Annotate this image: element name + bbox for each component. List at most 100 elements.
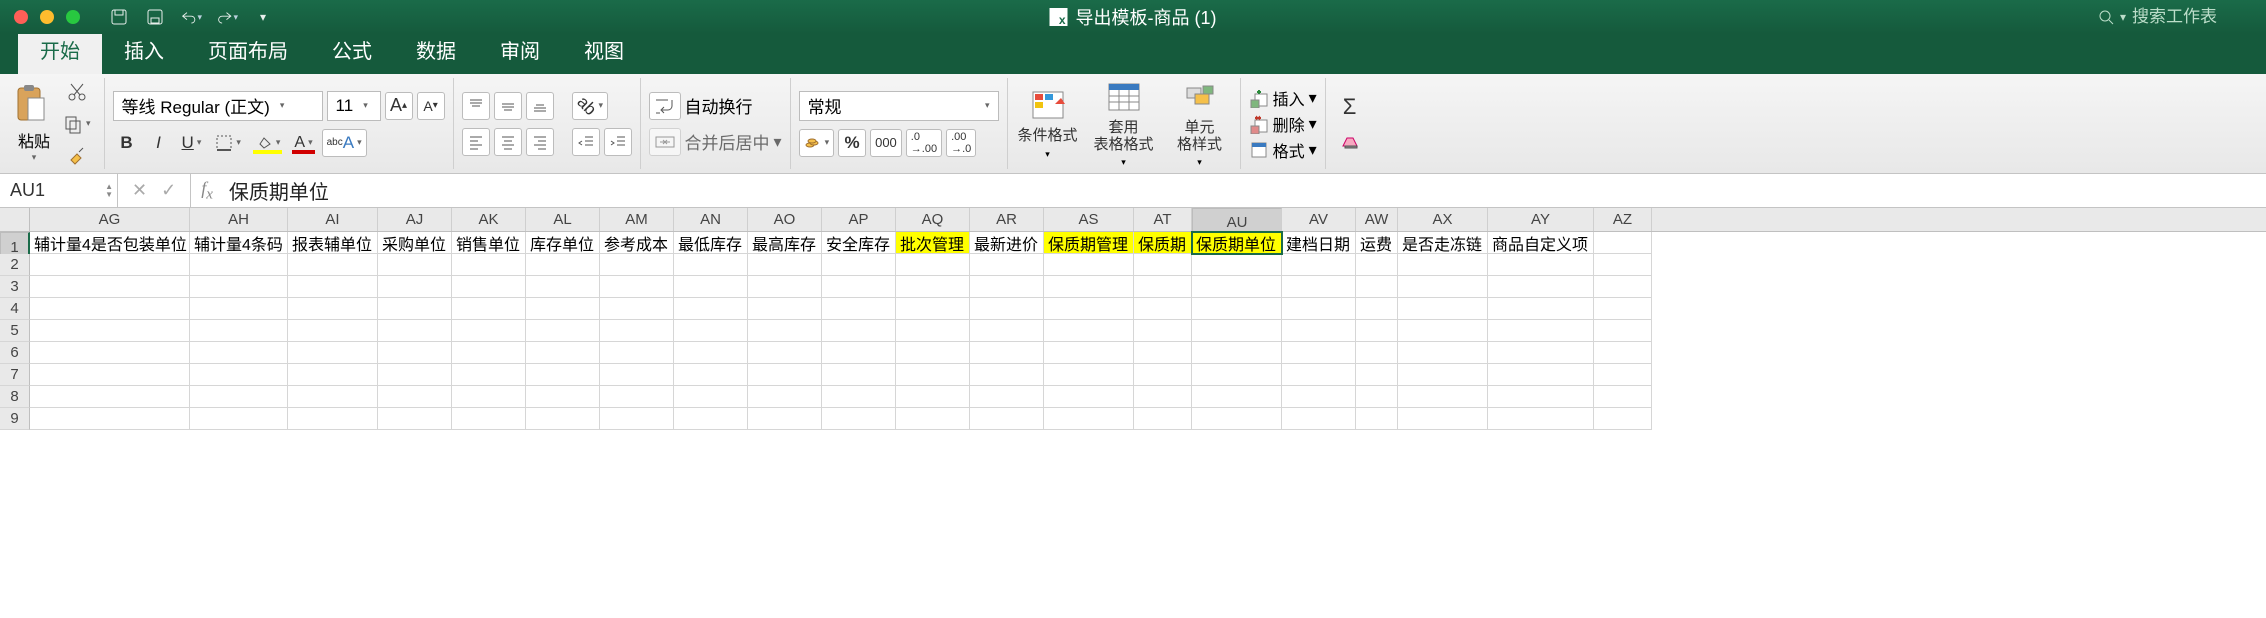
cell[interactable]: [452, 276, 526, 298]
cell[interactable]: [970, 276, 1044, 298]
cell[interactable]: [1594, 364, 1652, 386]
cell[interactable]: [1356, 276, 1398, 298]
cell[interactable]: [970, 386, 1044, 408]
cell[interactable]: [1398, 320, 1488, 342]
cell[interactable]: [526, 320, 600, 342]
align-right-icon[interactable]: [526, 128, 554, 156]
cell[interactable]: [674, 386, 748, 408]
cell[interactable]: [896, 342, 970, 364]
align-bottom-icon[interactable]: [526, 92, 554, 120]
row-header[interactable]: 2: [0, 254, 30, 276]
cell[interactable]: [674, 298, 748, 320]
cell[interactable]: [1044, 386, 1134, 408]
cell[interactable]: [970, 342, 1044, 364]
cell[interactable]: 最新进价: [970, 232, 1044, 254]
undo-icon[interactable]: ▾: [180, 6, 202, 28]
cell[interactable]: [748, 364, 822, 386]
cell[interactable]: [1134, 276, 1192, 298]
cell[interactable]: [970, 364, 1044, 386]
accept-formula-icon[interactable]: ✓: [161, 180, 176, 201]
column-header-AL[interactable]: AL: [526, 208, 600, 231]
cell[interactable]: [378, 320, 452, 342]
column-header-AO[interactable]: AO: [748, 208, 822, 231]
cell[interactable]: 运费: [1356, 232, 1398, 254]
cell[interactable]: [452, 364, 526, 386]
column-header-AS[interactable]: AS: [1044, 208, 1134, 231]
cell[interactable]: [1044, 364, 1134, 386]
cell[interactable]: 商品自定义项: [1488, 232, 1594, 254]
cell[interactable]: 保质期: [1134, 232, 1192, 254]
cell[interactable]: 安全库存: [822, 232, 896, 254]
cell[interactable]: [822, 364, 896, 386]
cell[interactable]: [1488, 364, 1594, 386]
cell[interactable]: [1398, 276, 1488, 298]
cell[interactable]: [822, 254, 896, 276]
cell[interactable]: [1594, 386, 1652, 408]
cell[interactable]: 最高库存: [748, 232, 822, 254]
cell[interactable]: [378, 276, 452, 298]
cell[interactable]: 批次管理: [896, 232, 970, 254]
cell[interactable]: [674, 276, 748, 298]
column-header-AI[interactable]: AI: [288, 208, 378, 231]
column-header-AN[interactable]: AN: [674, 208, 748, 231]
cell[interactable]: [452, 408, 526, 430]
cell[interactable]: [674, 254, 748, 276]
cell[interactable]: [1192, 364, 1282, 386]
cell[interactable]: [526, 298, 600, 320]
tab-view[interactable]: 视图: [562, 27, 646, 74]
cell[interactable]: [526, 254, 600, 276]
cut-icon[interactable]: [58, 78, 96, 106]
font-color-icon[interactable]: A▾: [289, 129, 317, 157]
row-header[interactable]: 4: [0, 298, 30, 320]
cell[interactable]: [970, 408, 1044, 430]
cell[interactable]: 辅计量4是否包装单位: [30, 232, 190, 254]
cell[interactable]: [1356, 320, 1398, 342]
cell[interactable]: [748, 298, 822, 320]
conditional-formatting-button[interactable]: 条件格式▾: [1016, 87, 1080, 159]
cell[interactable]: [1594, 232, 1652, 254]
cell[interactable]: 最低库存: [674, 232, 748, 254]
cell[interactable]: [1398, 386, 1488, 408]
cell[interactable]: [1134, 342, 1192, 364]
decrease-indent-icon[interactable]: [572, 128, 600, 156]
cell[interactable]: [1192, 298, 1282, 320]
orientation-icon[interactable]: ab▾: [572, 92, 608, 120]
close-window-icon[interactable]: [14, 10, 28, 24]
cell[interactable]: [1044, 320, 1134, 342]
align-left-icon[interactable]: [462, 128, 490, 156]
tab-home[interactable]: 开始: [18, 27, 102, 74]
customize-qat-icon[interactable]: ▾: [252, 6, 274, 28]
cell[interactable]: [378, 254, 452, 276]
cell[interactable]: [30, 386, 190, 408]
cell[interactable]: [1398, 254, 1488, 276]
cell[interactable]: [674, 408, 748, 430]
cell[interactable]: [1398, 342, 1488, 364]
cell[interactable]: [30, 408, 190, 430]
cell[interactable]: [30, 364, 190, 386]
cell[interactable]: [1356, 386, 1398, 408]
column-header-AW[interactable]: AW: [1356, 208, 1398, 231]
cell[interactable]: [1134, 386, 1192, 408]
cell[interactable]: [600, 298, 674, 320]
column-header-AH[interactable]: AH: [190, 208, 288, 231]
cell[interactable]: [1282, 408, 1356, 430]
cell[interactable]: [1192, 342, 1282, 364]
cell[interactable]: [526, 364, 600, 386]
cell[interactable]: [674, 364, 748, 386]
cell[interactable]: [1282, 342, 1356, 364]
column-header-AR[interactable]: AR: [970, 208, 1044, 231]
cell[interactable]: [1356, 254, 1398, 276]
cell[interactable]: [1488, 386, 1594, 408]
format-cells-button[interactable]: 格式▾: [1249, 138, 1317, 162]
delete-cells-button[interactable]: 删除▾: [1249, 112, 1317, 136]
cell[interactable]: [190, 320, 288, 342]
name-box[interactable]: AU1 ▲▼: [0, 174, 118, 207]
cell[interactable]: [1488, 342, 1594, 364]
cell[interactable]: [288, 342, 378, 364]
cell[interactable]: 辅计量4条码: [190, 232, 288, 254]
cell[interactable]: [896, 364, 970, 386]
cell[interactable]: [30, 342, 190, 364]
cell[interactable]: [1134, 254, 1192, 276]
row-header[interactable]: 5: [0, 320, 30, 342]
cell[interactable]: [1356, 342, 1398, 364]
